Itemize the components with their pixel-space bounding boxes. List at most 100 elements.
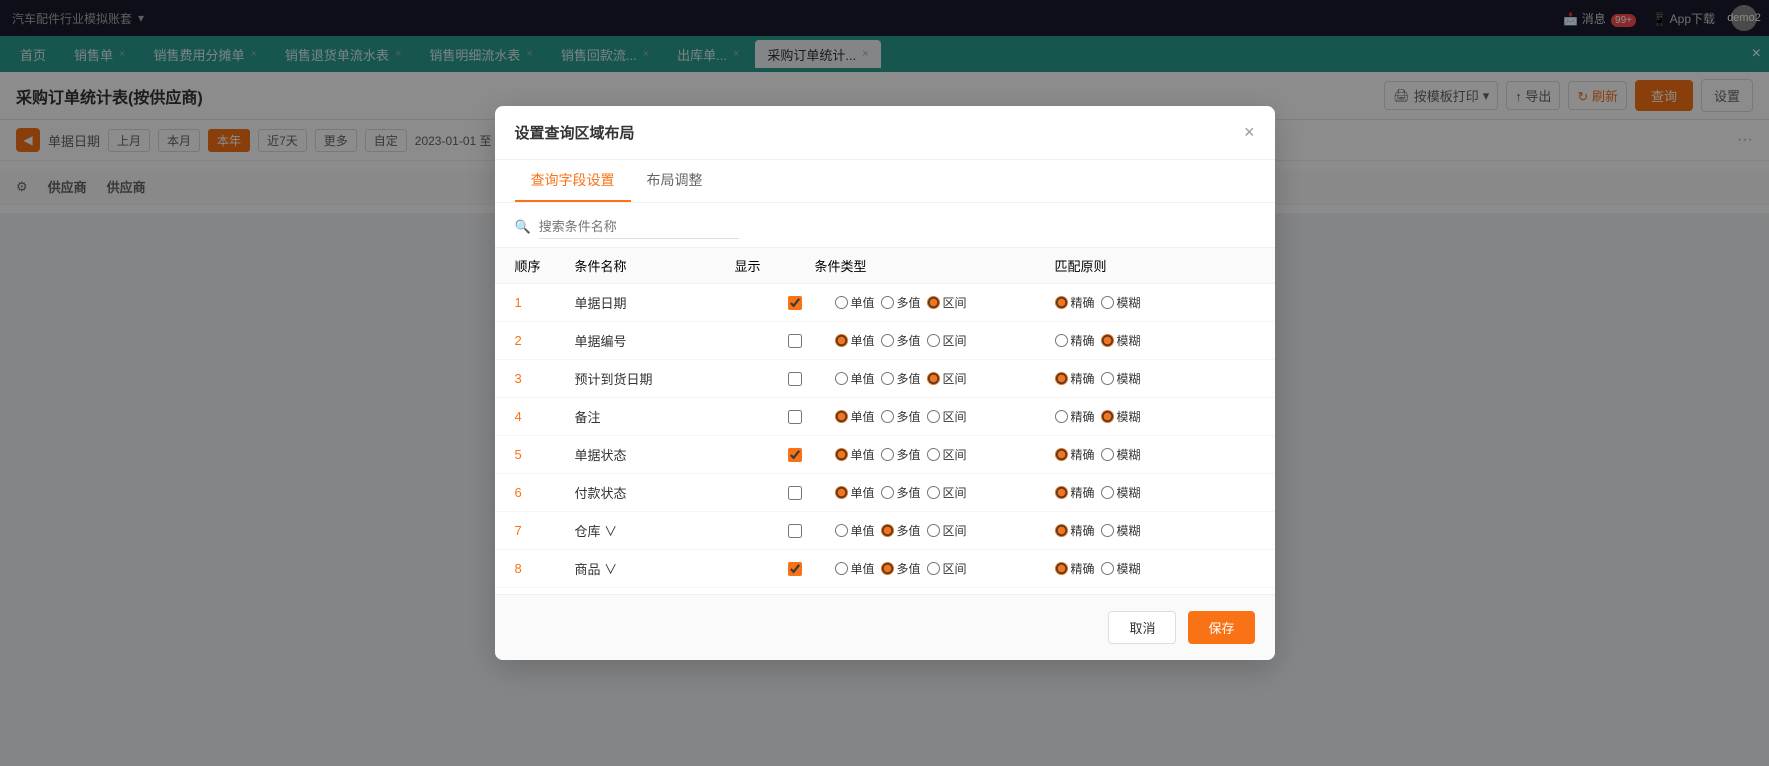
match-radio[interactable] <box>1055 372 1068 385</box>
type-radio[interactable] <box>835 562 848 575</box>
match-radio-item[interactable]: 模糊 <box>1101 522 1141 539</box>
cancel-button[interactable]: 取消 <box>1108 611 1176 644</box>
type-radio-item[interactable]: 区间 <box>927 294 967 311</box>
type-radio-item[interactable]: 区间 <box>927 522 967 539</box>
display-checkbox[interactable] <box>788 410 802 424</box>
match-radio-item[interactable]: 模糊 <box>1101 560 1141 577</box>
type-radio[interactable] <box>835 524 848 537</box>
match-radio-item[interactable]: 精确 <box>1055 522 1095 539</box>
match-radio[interactable] <box>1055 410 1068 423</box>
dialog-title: 设置查询区域布局 <box>515 122 635 143</box>
display-checkbox[interactable] <box>788 562 802 576</box>
match-radio-item[interactable]: 精确 <box>1055 484 1095 501</box>
type-radio[interactable] <box>835 296 848 309</box>
match-radio-group: 精确模糊 <box>1055 332 1255 349</box>
type-radio-item[interactable]: 区间 <box>927 408 967 425</box>
type-radio[interactable] <box>881 486 894 499</box>
type-radio[interactable] <box>881 562 894 575</box>
match-radio-item[interactable]: 模糊 <box>1101 408 1141 425</box>
display-checkbox[interactable] <box>788 296 802 310</box>
type-radio[interactable] <box>835 410 848 423</box>
match-radio-item[interactable]: 精确 <box>1055 446 1095 463</box>
match-radio-item[interactable]: 模糊 <box>1101 370 1141 387</box>
display-checkbox[interactable] <box>788 372 802 386</box>
save-button[interactable]: 保存 <box>1188 611 1254 644</box>
match-radio-item[interactable]: 精确 <box>1055 294 1095 311</box>
type-radio[interactable] <box>881 448 894 461</box>
type-radio[interactable] <box>881 372 894 385</box>
type-radio-item[interactable]: 单值 <box>835 294 875 311</box>
type-radio-item[interactable]: 区间 <box>927 370 967 387</box>
type-radio-item[interactable]: 单值 <box>835 560 875 577</box>
type-radio-item[interactable]: 多值 <box>881 332 921 349</box>
match-radio[interactable] <box>1101 486 1114 499</box>
type-radio[interactable] <box>927 296 940 309</box>
type-radio[interactable] <box>927 486 940 499</box>
type-radio-item[interactable]: 单值 <box>835 370 875 387</box>
match-radio-item[interactable]: 精确 <box>1055 332 1095 349</box>
type-radio[interactable] <box>835 372 848 385</box>
match-radio-item[interactable]: 精确 <box>1055 370 1095 387</box>
match-radio-item[interactable]: 模糊 <box>1101 294 1141 311</box>
type-radio-item[interactable]: 区间 <box>927 484 967 501</box>
type-radio[interactable] <box>927 410 940 423</box>
type-radio-item[interactable]: 单值 <box>835 408 875 425</box>
type-radio-item[interactable]: 单值 <box>835 332 875 349</box>
match-radio-item[interactable]: 模糊 <box>1101 332 1141 349</box>
type-radio-item[interactable]: 单值 <box>835 446 875 463</box>
type-radio-item[interactable]: 多值 <box>881 446 921 463</box>
type-radio-item[interactable]: 多值 <box>881 408 921 425</box>
display-checkbox[interactable] <box>788 486 802 500</box>
row-display-checkbox-wrap <box>755 524 835 538</box>
match-radio[interactable] <box>1055 524 1068 537</box>
type-radio-item[interactable]: 多值 <box>881 484 921 501</box>
display-checkbox[interactable] <box>788 448 802 462</box>
type-radio-item[interactable]: 多值 <box>881 560 921 577</box>
tab-layout-adjust[interactable]: 布局调整 <box>631 160 719 202</box>
type-radio[interactable] <box>835 448 848 461</box>
row-index: 1 <box>515 295 575 310</box>
match-radio[interactable] <box>1101 410 1114 423</box>
type-radio[interactable] <box>927 448 940 461</box>
type-radio[interactable] <box>881 334 894 347</box>
match-radio[interactable] <box>1101 562 1114 575</box>
type-radio-group: 单值多值区间 <box>835 560 1055 577</box>
condition-search-input[interactable] <box>539 215 739 239</box>
match-radio[interactable] <box>1055 486 1068 499</box>
match-radio[interactable] <box>1055 296 1068 309</box>
type-radio[interactable] <box>927 524 940 537</box>
type-radio[interactable] <box>881 524 894 537</box>
type-radio[interactable] <box>927 334 940 347</box>
type-radio[interactable] <box>835 486 848 499</box>
match-radio[interactable] <box>1055 334 1068 347</box>
type-radio-item[interactable]: 区间 <box>927 560 967 577</box>
type-radio-item[interactable]: 多值 <box>881 522 921 539</box>
match-radio-item[interactable]: 精确 <box>1055 560 1095 577</box>
match-radio-item[interactable]: 精确 <box>1055 408 1095 425</box>
type-radio-item[interactable]: 多值 <box>881 294 921 311</box>
match-radio[interactable] <box>1101 296 1114 309</box>
match-radio-item[interactable]: 模糊 <box>1101 446 1141 463</box>
type-radio-item[interactable]: 区间 <box>927 332 967 349</box>
type-radio-item[interactable]: 区间 <box>927 446 967 463</box>
match-radio-item[interactable]: 模糊 <box>1101 484 1141 501</box>
type-radio[interactable] <box>881 296 894 309</box>
type-radio[interactable] <box>927 562 940 575</box>
type-radio[interactable] <box>835 334 848 347</box>
match-radio[interactable] <box>1055 448 1068 461</box>
type-radio[interactable] <box>881 410 894 423</box>
match-radio[interactable] <box>1101 372 1114 385</box>
match-radio[interactable] <box>1101 448 1114 461</box>
display-checkbox[interactable] <box>788 524 802 538</box>
type-radio-item[interactable]: 单值 <box>835 522 875 539</box>
dialog-search-area: 🔍 <box>495 203 1275 248</box>
match-radio[interactable] <box>1055 562 1068 575</box>
match-radio[interactable] <box>1101 334 1114 347</box>
tab-query-fields[interactable]: 查询字段设置 <box>515 160 631 202</box>
type-radio[interactable] <box>927 372 940 385</box>
type-radio-item[interactable]: 单值 <box>835 484 875 501</box>
dialog-close-button[interactable]: × <box>1244 122 1255 143</box>
display-checkbox[interactable] <box>788 334 802 348</box>
type-radio-item[interactable]: 多值 <box>881 370 921 387</box>
match-radio[interactable] <box>1101 524 1114 537</box>
